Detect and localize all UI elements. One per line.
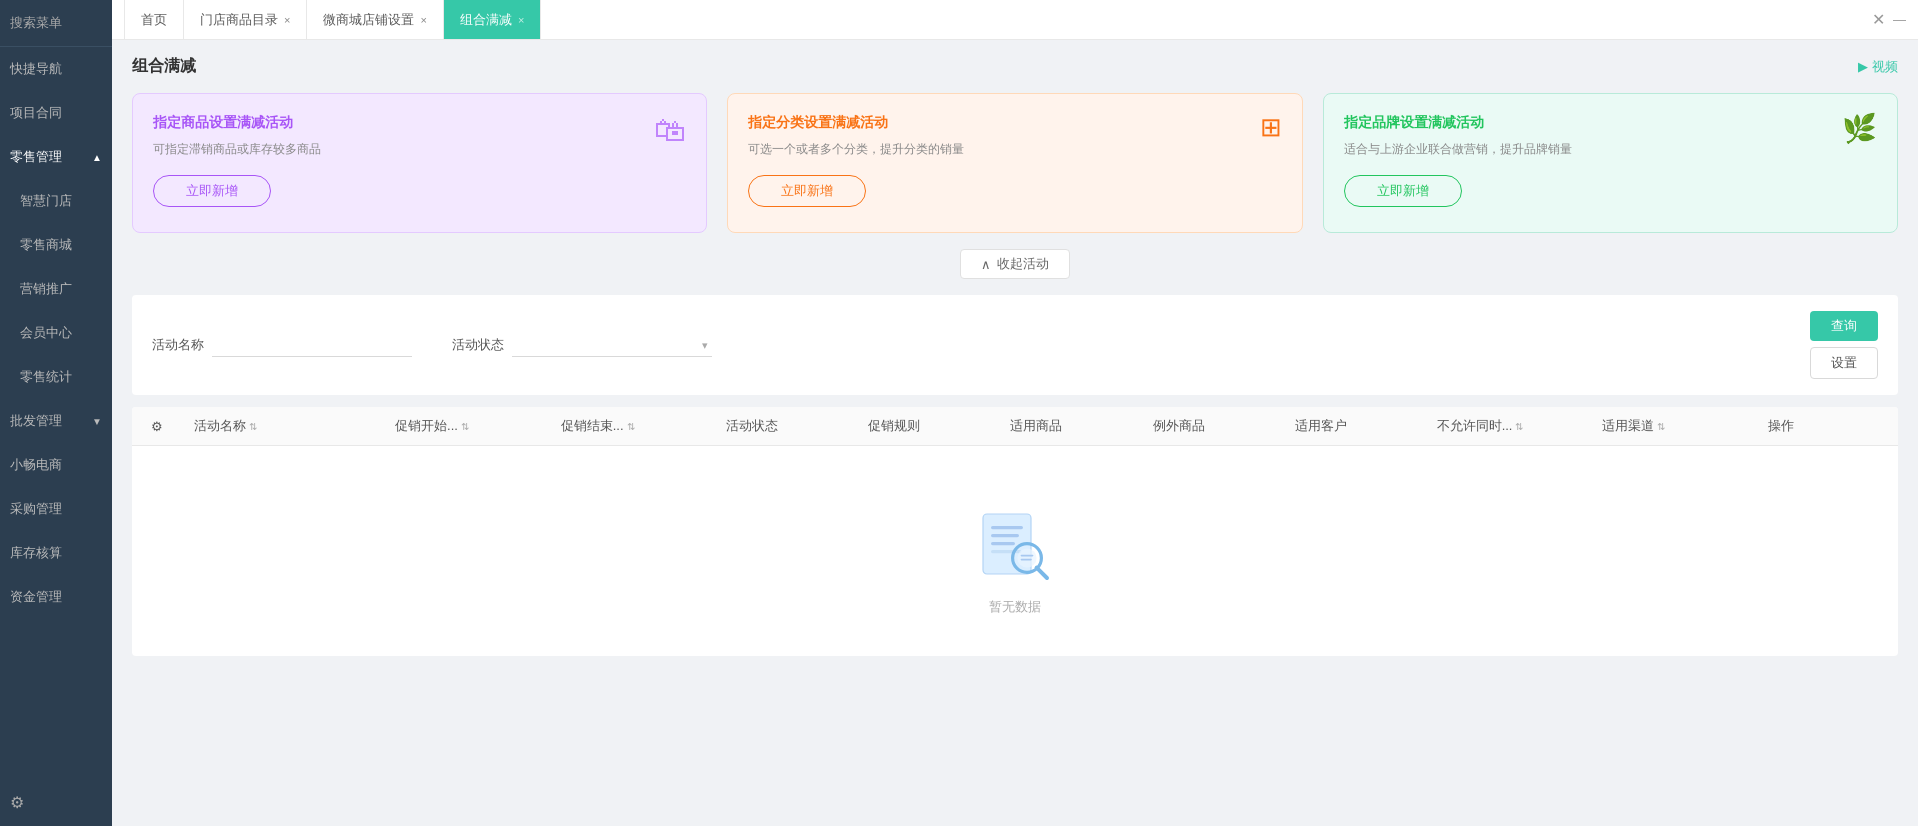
sidebar-item-quick-nav[interactable]: 快捷导航 bbox=[0, 47, 112, 91]
sort-icon: ⇅ bbox=[1515, 421, 1523, 432]
empty-state: 暂无数据 bbox=[132, 446, 1898, 656]
filter-name-group: 活动名称 bbox=[152, 333, 412, 357]
page-content: 组合满减 ▶ 视频 指定商品设置满减活动 可指定滞销商品或库存较多商品 🛍 立即… bbox=[112, 40, 1918, 826]
sidebar-item-capital-mgmt[interactable]: 资金管理 bbox=[0, 575, 112, 619]
promo-card-goods-icon: 🛍 bbox=[654, 112, 686, 149]
chevron-up-icon: ∧ bbox=[981, 257, 991, 272]
window-close-icon[interactable]: ✕ bbox=[1872, 10, 1885, 29]
tab-store-catalog-close[interactable]: × bbox=[284, 14, 290, 26]
promo-card-category-title: 指定分类设置满减活动 bbox=[748, 114, 1281, 132]
promo-card-goods-btn[interactable]: 立即新增 bbox=[153, 175, 271, 207]
tabs-list: 首页 门店商品目录 × 微商城店铺设置 × 组合满减 × bbox=[124, 0, 541, 39]
promo-card-brand-icon: 🌿 bbox=[1842, 112, 1877, 145]
promo-card-goods-title: 指定商品设置满减活动 bbox=[153, 114, 686, 132]
promo-card-category-desc: 可选一个或者多个分类，提升分类的销量 bbox=[748, 140, 988, 159]
sidebar-item-purchase-mgmt[interactable]: 采购管理 bbox=[0, 487, 112, 531]
sidebar-item-wholesale-mgmt[interactable]: 批发管理 ▼ bbox=[0, 399, 112, 443]
promo-card-brand: 指定品牌设置满减活动 适合与上游企业联合做营销，提升品牌销量 🌿 立即新增 bbox=[1323, 93, 1898, 233]
page-header: 组合满减 ▶ 视频 bbox=[132, 56, 1898, 77]
sidebar: 搜索菜单 快捷导航 项目合同 零售管理 ▲ 智慧门店 零售商城 营销推广 会员中… bbox=[0, 0, 112, 826]
chevron-down-icon: ▼ bbox=[92, 416, 102, 427]
svg-rect-3 bbox=[991, 542, 1015, 545]
sidebar-item-inventory-calc[interactable]: 库存核算 bbox=[0, 531, 112, 575]
play-icon: ▶ bbox=[1858, 59, 1868, 74]
query-button[interactable]: 查询 bbox=[1810, 311, 1878, 341]
sidebar-item-member-center[interactable]: 会员中心 bbox=[0, 311, 112, 355]
sidebar-search[interactable]: 搜索菜单 bbox=[0, 0, 112, 47]
tab-wechat-settings-close[interactable]: × bbox=[420, 14, 426, 26]
table-container: ⚙ 活动名称 ⇅ 促销开始... ⇅ 促销结束... ⇅ 活动状态 促销规则 bbox=[132, 407, 1898, 656]
sort-icon: ⇅ bbox=[461, 421, 469, 432]
th-end[interactable]: 促销结束... ⇅ bbox=[549, 417, 715, 435]
th-channel[interactable]: 适用渠道 ⇅ bbox=[1590, 417, 1756, 435]
promo-card-brand-title: 指定品牌设置满减活动 bbox=[1344, 114, 1877, 132]
filter-name-label: 活动名称 bbox=[152, 336, 204, 354]
window-controls: ✕ — bbox=[1872, 10, 1906, 29]
tab-combo-discount-close[interactable]: × bbox=[518, 14, 524, 26]
promo-cards-row: 指定商品设置满减活动 可指定滞销商品或库存较多商品 🛍 立即新增 指定分类设置满… bbox=[132, 93, 1898, 233]
chevron-up-icon: ▲ bbox=[92, 152, 102, 163]
main-area: 首页 门店商品目录 × 微商城店铺设置 × 组合满减 × ✕ — 组合满减 bbox=[112, 0, 1918, 826]
svg-rect-1 bbox=[991, 526, 1023, 529]
sidebar-item-retail-mgmt[interactable]: 零售管理 ▲ bbox=[0, 135, 112, 179]
promo-card-goods: 指定商品设置满减活动 可指定滞销商品或库存较多商品 🛍 立即新增 bbox=[132, 93, 707, 233]
sort-icon: ⇅ bbox=[1657, 421, 1665, 432]
th-start[interactable]: 促销开始... ⇅ bbox=[383, 417, 549, 435]
filter-name-input[interactable] bbox=[212, 333, 412, 357]
sort-icon: ⇅ bbox=[249, 421, 257, 432]
sidebar-item-marketing[interactable]: 营销推广 bbox=[0, 267, 112, 311]
promo-card-category-icon: ⊞ bbox=[1260, 112, 1282, 143]
sidebar-item-xiaochu-ecom[interactable]: 小畅电商 bbox=[0, 443, 112, 487]
promo-card-goods-desc: 可指定滞销商品或库存较多商品 bbox=[153, 140, 393, 159]
sidebar-item-project-contract[interactable]: 项目合同 bbox=[0, 91, 112, 135]
sidebar-settings-btn[interactable]: ⚙ bbox=[0, 779, 112, 826]
sort-icon: ⇅ bbox=[627, 421, 635, 432]
collapse-bar: ∧ 收起活动 bbox=[132, 249, 1898, 279]
window-minimize-icon[interactable]: — bbox=[1893, 12, 1906, 27]
page-title: 组合满减 bbox=[132, 56, 196, 77]
sidebar-item-smart-store[interactable]: 智慧门店 bbox=[0, 179, 112, 223]
filter-actions: 查询 设置 bbox=[1810, 311, 1878, 379]
sidebar-item-retail-stats[interactable]: 零售统计 bbox=[0, 355, 112, 399]
filter-status-select-wrapper: 进行中 未开始 已结束 ▾ bbox=[512, 333, 712, 357]
svg-rect-2 bbox=[991, 534, 1019, 537]
svg-point-6 bbox=[1017, 548, 1036, 567]
promo-card-category: 指定分类设置满减活动 可选一个或者多个分类，提升分类的销量 ⊞ 立即新增 bbox=[727, 93, 1302, 233]
tab-combo-discount[interactable]: 组合满减 × bbox=[444, 0, 541, 39]
svg-rect-4 bbox=[991, 550, 1021, 553]
th-operation: 操作 bbox=[1756, 417, 1898, 435]
th-name[interactable]: 活动名称 ⇅ bbox=[182, 417, 383, 435]
th-exception: 例外商品 bbox=[1141, 417, 1283, 435]
tab-store-catalog[interactable]: 门店商品目录 × bbox=[184, 0, 307, 39]
th-status: 活动状态 bbox=[714, 417, 856, 435]
th-rule: 促销规则 bbox=[856, 417, 998, 435]
promo-card-category-btn[interactable]: 立即新增 bbox=[748, 175, 866, 207]
th-settings[interactable]: ⚙ bbox=[132, 419, 182, 434]
tab-wechat-settings[interactable]: 微商城店铺设置 × bbox=[307, 0, 443, 39]
filter-status-label: 活动状态 bbox=[452, 336, 504, 354]
th-customer: 适用客户 bbox=[1283, 417, 1425, 435]
th-goods: 适用商品 bbox=[998, 417, 1140, 435]
svg-line-7 bbox=[1037, 568, 1047, 578]
tab-home[interactable]: 首页 bbox=[124, 0, 184, 39]
video-link[interactable]: ▶ 视频 bbox=[1858, 58, 1898, 76]
collapse-btn[interactable]: ∧ 收起活动 bbox=[960, 249, 1070, 279]
promo-card-brand-desc: 适合与上游企业联合做营销，提升品牌销量 bbox=[1344, 140, 1584, 159]
filter-bar: 活动名称 活动状态 进行中 未开始 已结束 ▾ 查询 设置 bbox=[132, 295, 1898, 395]
sidebar-item-retail-mall[interactable]: 零售商城 bbox=[0, 223, 112, 267]
empty-illustration bbox=[965, 506, 1065, 586]
settings-button[interactable]: 设置 bbox=[1810, 347, 1878, 379]
th-noallow[interactable]: 不允许同时... ⇅ bbox=[1425, 417, 1591, 435]
empty-text: 暂无数据 bbox=[989, 598, 1041, 616]
filter-status-select[interactable]: 进行中 未开始 已结束 bbox=[512, 333, 712, 357]
promo-card-brand-btn[interactable]: 立即新增 bbox=[1344, 175, 1462, 207]
tabs-bar: 首页 门店商品目录 × 微商城店铺设置 × 组合满减 × ✕ — bbox=[112, 0, 1918, 40]
table-header: ⚙ 活动名称 ⇅ 促销开始... ⇅ 促销结束... ⇅ 活动状态 促销规则 bbox=[132, 407, 1898, 446]
filter-status-group: 活动状态 进行中 未开始 已结束 ▾ bbox=[452, 333, 712, 357]
